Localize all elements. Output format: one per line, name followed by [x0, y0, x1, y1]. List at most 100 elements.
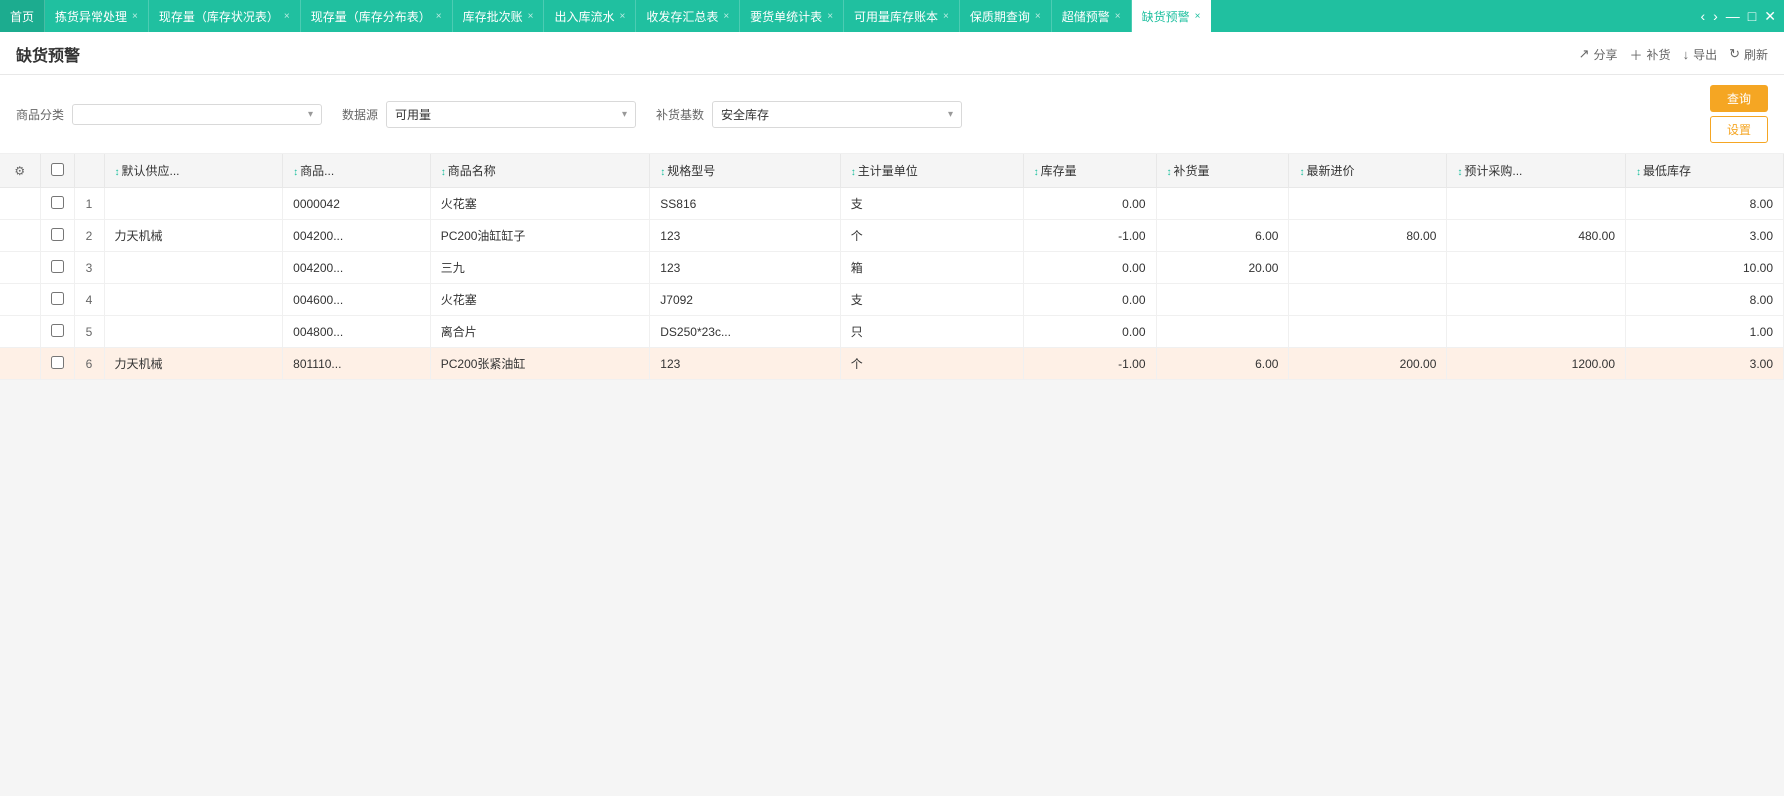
row-latest-price: 200.00	[1289, 348, 1447, 380]
row-min-stock: 8.00	[1626, 284, 1784, 316]
row-checkbox[interactable]	[51, 356, 64, 369]
filter-bar: 商品分类 ▾ 数据源 可用量 ▾ 补货基数 安全库存 ▾ 查询 设置	[0, 75, 1784, 154]
row-index: 3	[74, 252, 104, 284]
restock-label: 补货	[1647, 46, 1671, 63]
row-unit: 个	[840, 348, 1023, 380]
row-latest-price	[1289, 188, 1447, 220]
refresh-icon: ↻	[1729, 46, 1740, 62]
column-stock[interactable]: ↕库存量	[1023, 154, 1156, 188]
row-gear-cell	[0, 348, 40, 380]
export-label: 导出	[1693, 46, 1717, 63]
column-product-name[interactable]: ↕商品名称	[430, 154, 650, 188]
tab-next-button[interactable]: ›	[1709, 6, 1722, 26]
row-latest-price	[1289, 252, 1447, 284]
category-select[interactable]: ▾	[72, 104, 322, 125]
row-stock: -1.00	[1023, 348, 1156, 380]
column-unit[interactable]: ↕主计量单位	[840, 154, 1023, 188]
column-default-supplier[interactable]: ↕默认供应...	[104, 154, 283, 188]
restock-basis-select[interactable]: 安全库存 ▾	[712, 101, 962, 128]
export-action[interactable]: ↓ 导出	[1683, 46, 1718, 63]
row-checkbox[interactable]	[51, 228, 64, 241]
column-gear[interactable]: ⚙	[0, 154, 40, 188]
row-spec: 123	[650, 348, 841, 380]
tab-close-available-ledger[interactable]: ×	[943, 11, 949, 22]
tab-batch-account[interactable]: 库存批次账×	[453, 0, 545, 32]
tab-inventory-dist[interactable]: 现存量（库存分布表）×	[301, 0, 453, 32]
row-stock: -1.00	[1023, 220, 1156, 252]
row-spec: DS250*23c...	[650, 316, 841, 348]
row-spec: 123	[650, 252, 841, 284]
row-product-name: 火花塞	[430, 284, 650, 316]
row-checkbox[interactable]	[51, 292, 64, 305]
row-restock-qty	[1156, 188, 1289, 220]
datasource-select[interactable]: 可用量 ▾	[386, 101, 636, 128]
tab-home[interactable]: 首页	[0, 0, 45, 32]
category-chevron-icon: ▾	[308, 109, 313, 120]
category-label: 商品分类	[16, 106, 64, 123]
column-latest-price[interactable]: ↕最新进价	[1289, 154, 1447, 188]
tab-overstock[interactable]: 超储预警×	[1052, 0, 1132, 32]
tab-nav-controls: ‹ › — □ ✕	[1692, 6, 1784, 27]
data-table: ⚙ ↕默认供应... ↕商品... ↕商品名称 ↕规格型号 ↕主计量单位 ↕库存…	[0, 154, 1784, 380]
tab-close-batch-account[interactable]: ×	[528, 11, 534, 22]
tab-shortage[interactable]: 缺货预警×	[1132, 0, 1212, 32]
row-unit: 只	[840, 316, 1023, 348]
row-checkbox[interactable]	[51, 324, 64, 337]
row-product-code: 004200...	[283, 220, 431, 252]
row-stock: 0.00	[1023, 316, 1156, 348]
row-checkbox[interactable]	[51, 196, 64, 209]
restock-action[interactable]: ＋ 补货	[1630, 45, 1671, 64]
share-label: 分享	[1594, 46, 1618, 63]
column-select-all[interactable]	[40, 154, 74, 188]
row-est-purchase	[1447, 252, 1626, 284]
refresh-action[interactable]: ↻ 刷新	[1729, 46, 1768, 63]
tab-close-receipt-summary[interactable]: ×	[723, 11, 729, 22]
row-gear-cell	[0, 284, 40, 316]
column-min-stock[interactable]: ↕最低库存	[1626, 154, 1784, 188]
tab-prev-button[interactable]: ‹	[1696, 6, 1709, 26]
tab-close-expiry-query[interactable]: ×	[1035, 11, 1041, 22]
tab-order-stats[interactable]: 要货单统计表×	[740, 0, 844, 32]
tab-close-shortage[interactable]: ×	[1195, 11, 1201, 22]
row-min-stock: 8.00	[1626, 188, 1784, 220]
tab-receipt-summary[interactable]: 收发存汇总表×	[636, 0, 740, 32]
row-min-stock: 10.00	[1626, 252, 1784, 284]
tab-close-order-stats[interactable]: ×	[827, 11, 833, 22]
tab-inout-flow[interactable]: 出入库流水×	[544, 0, 636, 32]
tab-expiry-query[interactable]: 保质期查询×	[960, 0, 1052, 32]
table-row: 10000042火花塞SS816支0.008.00	[0, 188, 1784, 220]
datasource-chevron-icon: ▾	[622, 109, 627, 120]
restock-basis-value: 安全库存	[721, 106, 769, 123]
tab-inventory-status[interactable]: 现存量（库存状况表）×	[149, 0, 301, 32]
column-restock-qty[interactable]: ↕补货量	[1156, 154, 1289, 188]
row-gear-cell	[0, 252, 40, 284]
share-icon: ↗	[1579, 46, 1590, 62]
tab-close-inventory-dist[interactable]: ×	[436, 11, 442, 22]
select-all-checkbox[interactable]	[51, 163, 64, 176]
window-max-button[interactable]: □	[1744, 6, 1760, 26]
tab-exception[interactable]: 拣货异常处理×	[45, 0, 149, 32]
tab-close-exception[interactable]: ×	[132, 11, 138, 22]
column-est-purchase[interactable]: ↕预计采购...	[1447, 154, 1626, 188]
tab-close-inout-flow[interactable]: ×	[619, 11, 625, 22]
header-actions: ↗ 分享 ＋ 补货 ↓ 导出 ↻ 刷新	[1579, 45, 1768, 64]
query-button[interactable]: 查询	[1710, 85, 1768, 112]
row-gear-cell	[0, 316, 40, 348]
row-unit: 个	[840, 220, 1023, 252]
row-checkbox[interactable]	[51, 260, 64, 273]
column-spec[interactable]: ↕规格型号	[650, 154, 841, 188]
window-close-button[interactable]: ✕	[1760, 6, 1780, 27]
tab-close-overstock[interactable]: ×	[1115, 11, 1121, 22]
row-product-code: 801110...	[283, 348, 431, 380]
row-est-purchase: 1200.00	[1447, 348, 1626, 380]
window-min-button[interactable]: —	[1722, 6, 1744, 26]
share-action[interactable]: ↗ 分享	[1579, 46, 1618, 63]
row-min-stock: 3.00	[1626, 348, 1784, 380]
tab-close-inventory-status[interactable]: ×	[284, 11, 290, 22]
column-product-code[interactable]: ↕商品...	[283, 154, 431, 188]
column-index	[74, 154, 104, 188]
page-title: 缺货预警	[16, 42, 1579, 66]
row-index: 4	[74, 284, 104, 316]
settings-button[interactable]: 设置	[1710, 116, 1768, 143]
tab-available-ledger[interactable]: 可用量库存账本×	[844, 0, 960, 32]
